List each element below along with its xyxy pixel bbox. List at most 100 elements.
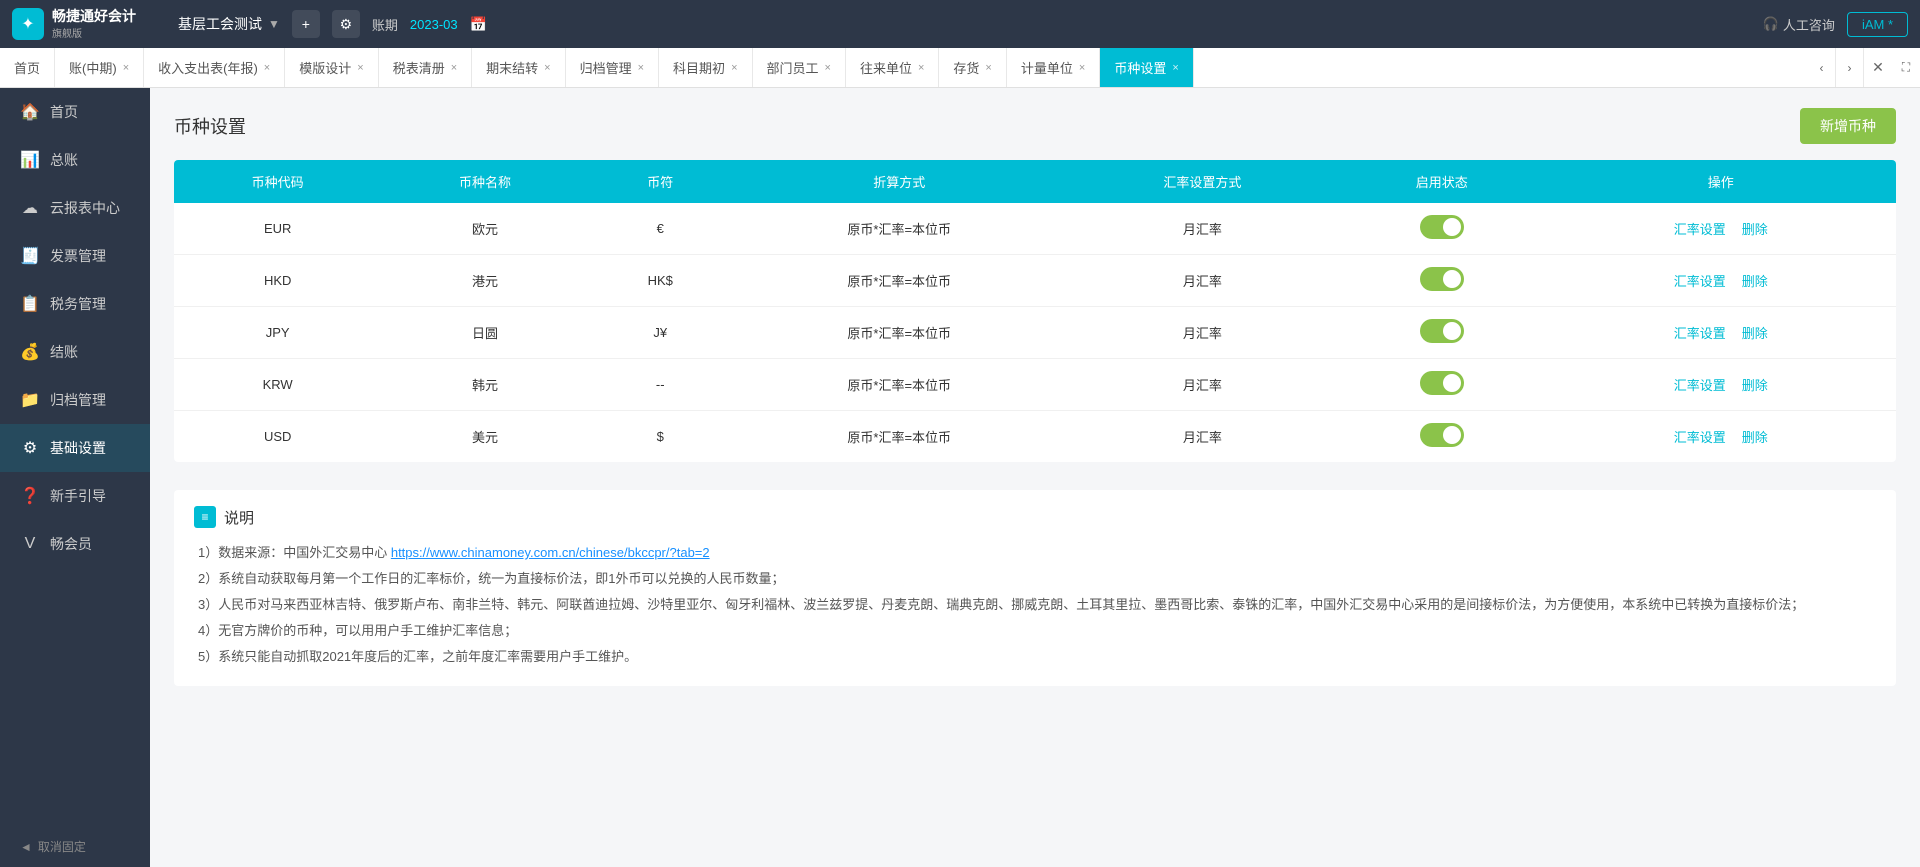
sidebar-item-2[interactable]: ☁云报表中心 xyxy=(0,184,150,232)
tab-expand[interactable]: ⛶ xyxy=(1892,48,1920,87)
rate-settings-link[interactable]: 汇率设置 xyxy=(1674,326,1726,341)
sidebar-item-6[interactable]: 📁归档管理 xyxy=(0,376,150,424)
tab-item-8[interactable]: 部门员工 × xyxy=(753,48,846,87)
toggle-enabled[interactable] xyxy=(1420,423,1464,447)
sidebar-label-0: 首页 xyxy=(50,102,78,122)
cell-code: HKD xyxy=(174,255,381,307)
delete-link[interactable]: 删除 xyxy=(1742,378,1768,393)
tab-item-3[interactable]: 模版设计× xyxy=(285,48,378,87)
cell-actions: 汇率设置 删除 xyxy=(1545,255,1896,307)
tab-label: 计量单位 xyxy=(1021,58,1073,77)
sidebar-item-0[interactable]: 🏠首页 xyxy=(0,88,150,136)
tab-label: 税表清册 xyxy=(393,58,445,77)
sidebar-item-3[interactable]: 🧾发票管理 xyxy=(0,232,150,280)
app-name: 畅捷通好会计 xyxy=(52,8,136,25)
add-button[interactable]: + xyxy=(292,10,320,38)
cell-rate-type: 月汇率 xyxy=(1067,203,1339,255)
tab-item-6[interactable]: 归档管理× xyxy=(566,48,659,87)
account-button[interactable]: iAM * xyxy=(1847,12,1908,37)
cell-calc: 原币*汇率=本位币 xyxy=(732,411,1067,463)
tab-item-7[interactable]: 科目期初× xyxy=(659,48,752,87)
cell-name: 港元 xyxy=(381,255,588,307)
note-item-2: 3）人民币对马来西亚林吉特、俄罗斯卢布、南非兰特、韩元、阿联酋迪拉姆、沙特里亚尔… xyxy=(194,592,1876,618)
pin-button[interactable]: ◄ 取消固定 xyxy=(0,826,150,867)
table-row: EUR欧元€原币*汇率=本位币月汇率汇率设置删除 xyxy=(174,203,1896,255)
tab-close-icon[interactable]: × xyxy=(638,62,644,74)
tab-close-icon[interactable]: × xyxy=(264,62,270,74)
note-item-4: 5）系统只能自动抓取2021年度后的汇率，之前年度汇率需要用户手工维护。 xyxy=(194,644,1876,670)
main-layout: 🏠首页📊总账☁云报表中心🧾发票管理📋税务管理💰结账📁归档管理⚙基础设置❓新手引导… xyxy=(0,88,1920,867)
cell-rate-type: 月汇率 xyxy=(1067,359,1339,411)
sidebar-item-7[interactable]: ⚙基础设置 xyxy=(0,424,150,472)
rate-settings-link[interactable]: 汇率设置 xyxy=(1674,274,1726,289)
logo-area: ✦ 畅捷通好会计 旗舰版 xyxy=(12,8,162,40)
sidebar-icon-4: 📋 xyxy=(20,294,40,314)
tab-label: 部门员工 xyxy=(767,58,819,77)
toggle-enabled[interactable] xyxy=(1420,319,1464,343)
sidebar-item-1[interactable]: 📊总账 xyxy=(0,136,150,184)
table-row: KRW韩元--原币*汇率=本位币月汇率汇率设置删除 xyxy=(174,359,1896,411)
sidebar-icon-9: V xyxy=(20,535,40,553)
sidebar-item-4[interactable]: 📋税务管理 xyxy=(0,280,150,328)
sidebar-label-1: 总账 xyxy=(50,150,78,170)
col-header-6: 操作 xyxy=(1545,160,1896,203)
tab-item-2[interactable]: 收入支出表(年报)× xyxy=(144,48,285,87)
help-button[interactable]: 🎧 人工咨询 xyxy=(1763,15,1835,34)
delete-link[interactable]: 删除 xyxy=(1742,430,1768,445)
tab-item-10[interactable]: 存货× xyxy=(939,48,1006,87)
sidebar-item-9[interactable]: V畅会员 xyxy=(0,520,150,568)
content-area: 币种设置 新增币种 币种代码币种名称币符折算方式汇率设置方式启用状态操作 EUR… xyxy=(150,88,1920,867)
tab-item-1[interactable]: 账(中期) × xyxy=(55,48,144,87)
tab-close-icon[interactable]: × xyxy=(731,62,737,74)
page-title-bar: 币种设置 新增币种 xyxy=(174,108,1896,144)
tab-close-icon[interactable]: × xyxy=(1172,62,1178,74)
delete-link[interactable]: 删除 xyxy=(1742,326,1768,341)
settings-button[interactable]: ⚙ xyxy=(332,10,360,38)
tab-item-0[interactable]: 首页 xyxy=(0,48,55,87)
new-currency-button[interactable]: 新增币种 xyxy=(1800,108,1896,144)
sidebar-label-7: 基础设置 xyxy=(50,438,106,458)
top-center: 基层工会测试 ▼ + ⚙ 账期 2023-03 📅 xyxy=(162,10,1763,38)
cell-actions: 汇率设置 删除 xyxy=(1545,359,1896,411)
tab-item-4[interactable]: 税表清册 × xyxy=(379,48,472,87)
tab-nav-prev[interactable]: ‹ xyxy=(1808,48,1836,87)
tab-close-all[interactable]: ✕ xyxy=(1864,48,1892,87)
delete-link[interactable]: 删除 xyxy=(1742,222,1768,237)
tab-close-icon[interactable]: × xyxy=(451,62,457,74)
table-header: 币种代码币种名称币符折算方式汇率设置方式启用状态操作 xyxy=(174,160,1896,203)
tab-close-icon[interactable]: × xyxy=(357,62,363,74)
pin-label: 取消固定 xyxy=(38,838,86,855)
tab-close-icon[interactable]: × xyxy=(123,62,129,74)
rate-settings-link[interactable]: 汇率设置 xyxy=(1674,378,1726,393)
cell-enabled xyxy=(1338,203,1545,255)
company-selector[interactable]: 基层工会测试 ▼ xyxy=(178,14,280,34)
tab-label: 账(中期) xyxy=(69,58,117,77)
tab-close-icon[interactable]: × xyxy=(544,62,550,74)
tab-item-11[interactable]: 计量单位 × xyxy=(1007,48,1100,87)
tab-close-icon[interactable]: × xyxy=(1079,62,1085,74)
col-header-5: 启用状态 xyxy=(1338,160,1545,203)
cell-actions: 汇率设置 删除 xyxy=(1545,307,1896,359)
cell-name: 日圆 xyxy=(381,307,588,359)
col-header-0: 币种代码 xyxy=(174,160,381,203)
tab-close-icon[interactable]: × xyxy=(918,62,924,74)
sidebar-item-8[interactable]: ❓新手引导 xyxy=(0,472,150,520)
toggle-enabled[interactable] xyxy=(1420,267,1464,291)
tab-close-icon[interactable]: × xyxy=(825,62,831,74)
calendar-icon[interactable]: 📅 xyxy=(470,16,487,33)
col-header-4: 汇率设置方式 xyxy=(1067,160,1339,203)
note-link-0[interactable]: https://www.chinamoney.com.cn/chinese/bk… xyxy=(391,545,710,560)
rate-settings-link[interactable]: 汇率设置 xyxy=(1674,222,1726,237)
tab-item-9[interactable]: 往来单位× xyxy=(846,48,939,87)
pin-icon: ◄ xyxy=(20,840,32,854)
toggle-enabled[interactable] xyxy=(1420,371,1464,395)
toggle-enabled[interactable] xyxy=(1420,215,1464,239)
sidebar-item-5[interactable]: 💰结账 xyxy=(0,328,150,376)
tab-nav-next[interactable]: › xyxy=(1836,48,1864,87)
delete-link[interactable]: 删除 xyxy=(1742,274,1768,289)
tab-close-icon[interactable]: × xyxy=(985,62,991,74)
rate-settings-link[interactable]: 汇率设置 xyxy=(1674,430,1726,445)
cell-rate-type: 月汇率 xyxy=(1067,255,1339,307)
tab-item-5[interactable]: 期末结转× xyxy=(472,48,565,87)
tab-item-12[interactable]: 币种设置× xyxy=(1100,48,1193,87)
